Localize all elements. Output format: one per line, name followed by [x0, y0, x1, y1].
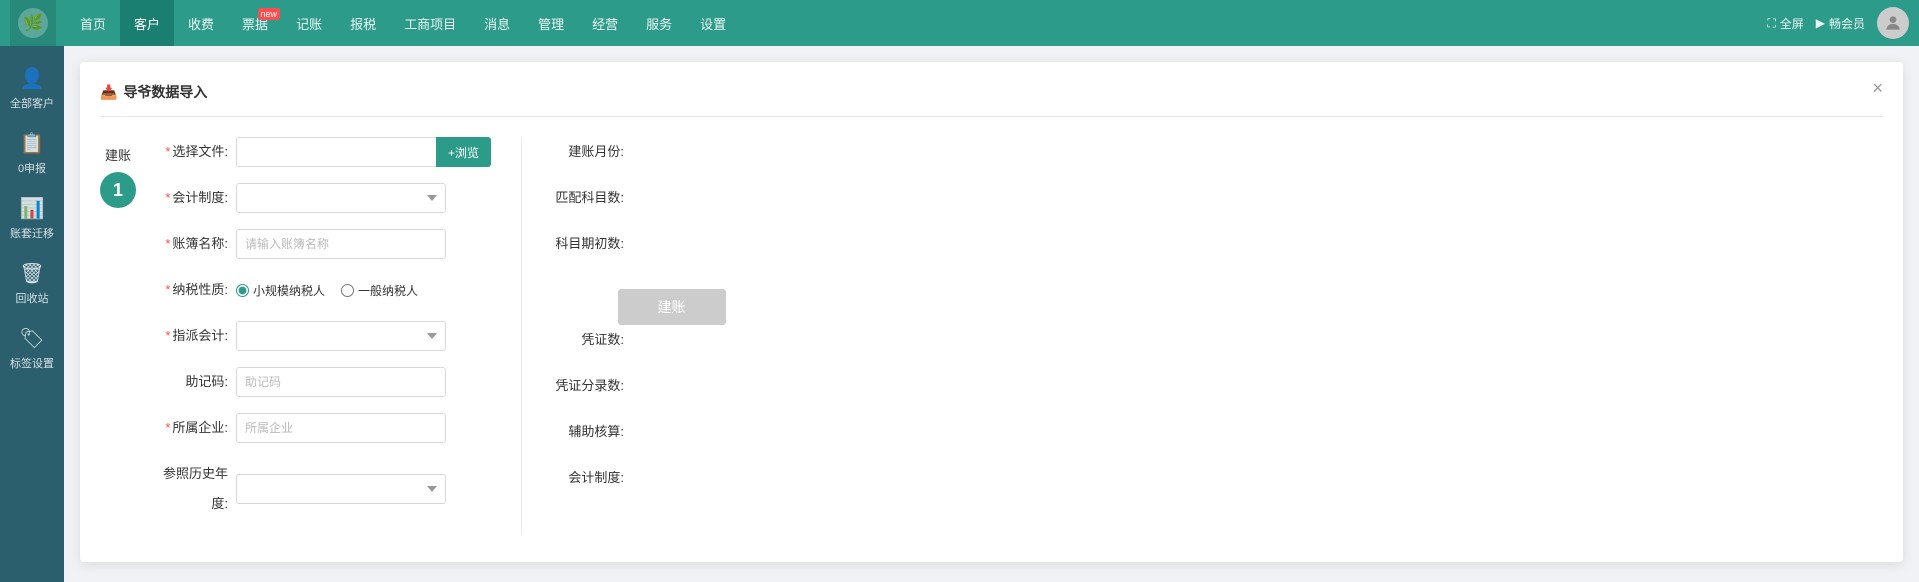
small-taxpayer-radio[interactable]: 小规模纳税人 — [236, 282, 325, 299]
ref-year-row: 参照历史年度: — [156, 459, 491, 519]
assign-accountant-row: *指派会计: — [156, 321, 491, 351]
vip-icon: ▶ — [1816, 16, 1825, 30]
submit-button[interactable]: 建账 — [618, 289, 726, 325]
dialog-title-bar: 📥 导爷数据导入 — [100, 82, 1883, 117]
voucher-label: 凭证数: — [542, 325, 632, 355]
account-name-input[interactable] — [236, 229, 446, 259]
step-section: 建账 1 *选择文件: +浏览 — [100, 137, 491, 535]
nav-item-messages[interactable]: 消息 — [470, 0, 524, 46]
logo-icon: 🌿 — [18, 8, 48, 38]
nav-item-operations[interactable]: 经营 — [578, 0, 632, 46]
form-left: 建账 1 *选择文件: +浏览 — [100, 137, 491, 535]
nav-item-customers[interactable]: 客户 — [120, 0, 174, 46]
browse-button[interactable]: +浏览 — [436, 137, 491, 167]
account-name-row: *账簿名称: — [156, 229, 491, 259]
info-panel: 建账月份: 匹配科目数: 科目期初数: 建账 — [521, 137, 801, 535]
info-accounting-system-row: 会计制度: — [542, 463, 801, 493]
nav-item-invoices[interactable]: 票据 new — [228, 0, 282, 46]
form-fields: *选择文件: +浏览 *会计制度: — [156, 137, 491, 535]
all-customers-icon: 👤 — [20, 66, 45, 91]
tax-type-radio-group: 小规模纳税人 一般纳税人 — [236, 282, 418, 299]
memo-label: 助记码: — [156, 367, 236, 397]
month-label: 建账月份: — [542, 137, 632, 167]
app-logo[interactable]: 🌿 — [10, 0, 56, 46]
small-taxpayer-radio-input[interactable] — [236, 284, 249, 297]
voucher-records-row: 凭证分录数: — [542, 371, 801, 401]
subject-init-row: 科目期初数: — [542, 229, 801, 259]
nav-menu: 首页 客户 收费 票据 new 记账 报税 工商项目 消息 管理 经营 服务 设… — [66, 0, 1767, 46]
voucher-records-label: 凭证分录数: — [542, 371, 632, 401]
nav-item-bookkeeping[interactable]: 记账 — [282, 0, 336, 46]
accounting-system-row: *会计制度: — [156, 183, 491, 213]
tax-type-row: *纳税性质: 小规模纳税人 一般纳税人 — [156, 275, 491, 305]
assign-accountant-select[interactable] — [236, 321, 446, 351]
fullscreen-button[interactable]: ⛶ 全屏 — [1767, 15, 1803, 32]
zero-declaration-icon: 📋 — [20, 131, 45, 156]
sidebar-item-recycle[interactable]: 🗑 回收站 — [0, 251, 64, 316]
general-taxpayer-radio[interactable]: 一般纳税人 — [341, 282, 418, 299]
voucher-row: 凭证数: — [542, 325, 801, 355]
nav-item-services[interactable]: 服务 — [632, 0, 686, 46]
step-indicator: 1 — [100, 172, 136, 208]
form-container: 建账 1 *选择文件: +浏览 — [100, 137, 1883, 535]
main-content: 📥 导爷数据导入 × 建账 1 — [64, 46, 1919, 582]
user-avatar[interactable] — [1877, 7, 1909, 39]
company-row: *所属企业: — [156, 413, 491, 443]
sidebar: 👤 全部客户 📋 0申报 📊 账套迁移 🗑 回收站 🏷 标签设置 — [0, 46, 64, 582]
aux-accounting-label: 辅助核算: — [542, 417, 632, 447]
ref-year-select[interactable] — [236, 474, 446, 504]
nav-right-section: ⛶ 全屏 ▶ 畅会员 — [1767, 7, 1909, 39]
nav-item-business[interactable]: 工商项目 — [390, 0, 470, 46]
nav-item-fees[interactable]: 收费 — [174, 0, 228, 46]
info-accounting-system-label: 会计制度: — [542, 463, 632, 493]
recycle-icon: 🗑 — [19, 261, 44, 286]
memo-row: 助记码: — [156, 367, 491, 397]
top-navigation: 🌿 首页 客户 收费 票据 new 记账 报税 工商项目 消息 管理 经营 服务… — [0, 0, 1919, 46]
file-label: *选择文件: — [156, 137, 236, 167]
nav-item-settings[interactable]: 设置 — [686, 0, 740, 46]
assign-accountant-label: *指派会计: — [156, 321, 236, 351]
account-name-label: *账簿名称: — [156, 229, 236, 259]
company-input[interactable] — [236, 413, 446, 443]
tags-icon: 🏷 — [19, 326, 44, 351]
fullscreen-icon: ⛶ — [1767, 16, 1775, 31]
memo-input[interactable] — [236, 367, 446, 397]
main-layout: 👤 全部客户 📋 0申报 📊 账套迁移 🗑 回收站 🏷 标签设置 📥 导爷数据导… — [0, 46, 1919, 582]
match-subjects-row: 匹配科目数: — [542, 183, 801, 213]
tax-type-label: *纳税性质: — [156, 275, 236, 305]
subject-init-label: 科目期初数: — [542, 229, 632, 259]
accounting-system-label: *会计制度: — [156, 183, 236, 213]
sidebar-item-zero-declaration[interactable]: 📋 0申报 — [0, 121, 64, 186]
close-button[interactable]: × — [1872, 78, 1883, 99]
accounting-system-select[interactable] — [236, 183, 446, 213]
company-label: *所属企业: — [156, 413, 236, 443]
sidebar-item-migration[interactable]: 📊 账套迁移 — [0, 186, 64, 251]
file-row: *选择文件: +浏览 — [156, 137, 491, 167]
match-subjects-label: 匹配科目数: — [542, 183, 632, 213]
nav-item-home[interactable]: 首页 — [66, 0, 120, 46]
ref-year-label: 参照历史年度: — [156, 459, 236, 519]
nav-item-management[interactable]: 管理 — [524, 0, 578, 46]
file-input-wrap: +浏览 — [236, 137, 491, 167]
sidebar-item-all-customers[interactable]: 👤 全部客户 — [0, 56, 64, 121]
month-row: 建账月份: — [542, 137, 801, 167]
nav-item-tax[interactable]: 报税 — [336, 0, 390, 46]
new-badge: new — [258, 8, 281, 20]
general-taxpayer-radio-input[interactable] — [341, 284, 354, 297]
vip-button[interactable]: ▶ 畅会员 — [1816, 15, 1865, 32]
import-dialog: 📥 导爷数据导入 × 建账 1 — [80, 62, 1903, 562]
submit-section: 建账 — [542, 279, 801, 325]
sidebar-item-tags[interactable]: 🏷 标签设置 — [0, 316, 64, 381]
migration-icon: 📊 — [20, 196, 45, 221]
aux-accounting-row: 辅助核算: — [542, 417, 801, 447]
file-input[interactable] — [236, 137, 436, 167]
import-icon: 📥 — [100, 84, 117, 101]
step-label: 建账 — [105, 145, 131, 164]
